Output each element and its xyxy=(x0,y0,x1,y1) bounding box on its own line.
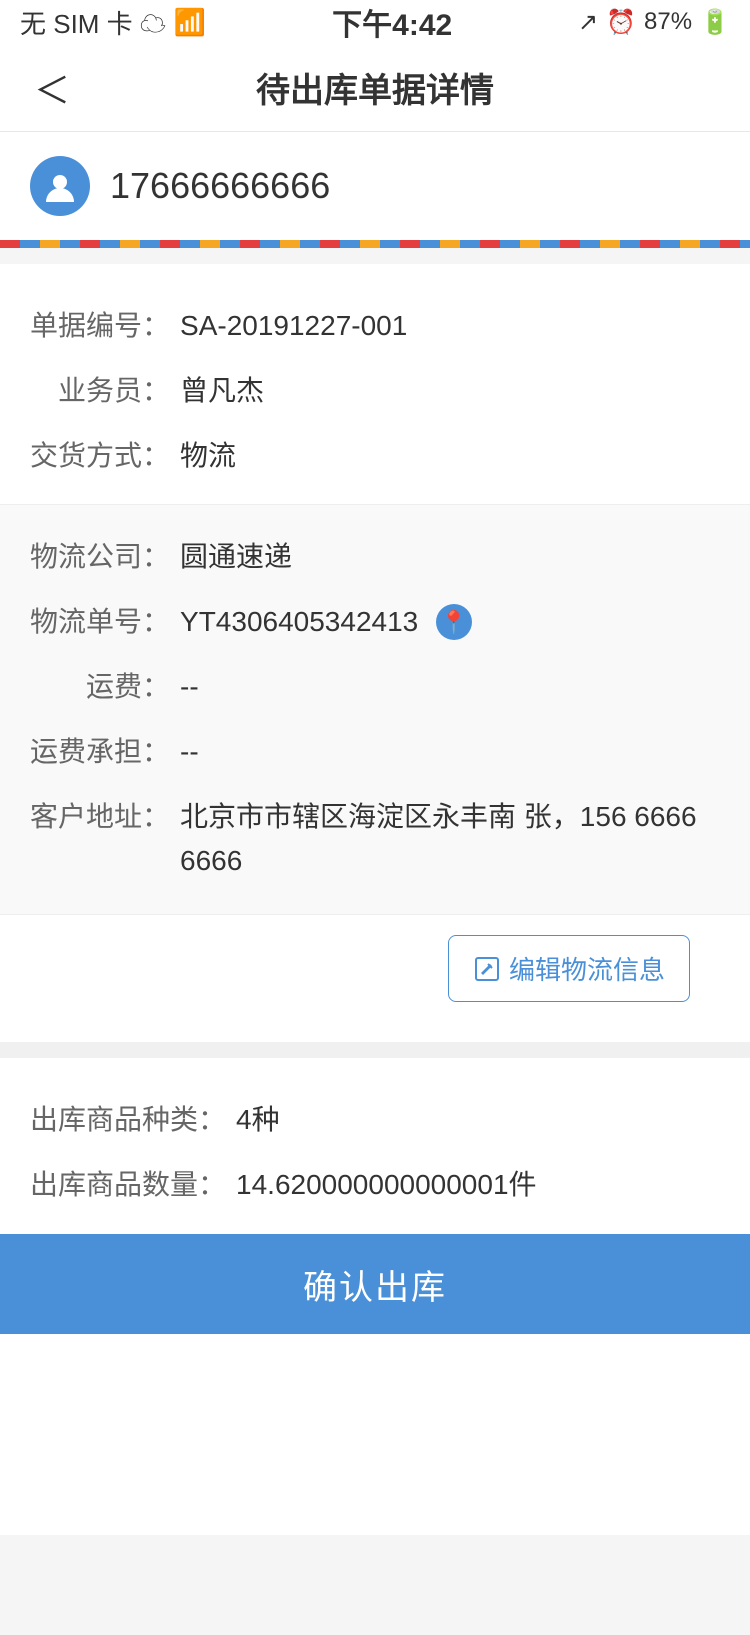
goods-quantity-label: 出库商品数量： xyxy=(30,1163,226,1208)
goods-types-row: 出库商品种类： 4种 xyxy=(0,1088,750,1153)
customer-header: 17666666666 xyxy=(0,132,750,240)
freight-bear-row: 运费承担： -- xyxy=(0,720,750,785)
company-label: 物流公司： xyxy=(30,535,170,580)
status-time: 下午4:42 xyxy=(332,0,452,44)
document-value: SA-20191227-001 xyxy=(170,304,720,349)
dashed-divider xyxy=(0,240,750,248)
status-bar: 无 SIM 卡 ☁ 📶 下午4:42 ↗ ⏰ 87% 🔋 xyxy=(0,0,750,44)
battery-percent: 87% xyxy=(644,8,692,36)
confirm-outbound-button[interactable]: 确认出库 xyxy=(0,1234,750,1334)
confirm-label: 确认出库 xyxy=(303,1260,447,1309)
address-row: 客户地址： 北京市市辖区海淀区永丰南 张，156 6666 6666 xyxy=(0,785,750,895)
company-row: 物流公司： 圆通速递 xyxy=(0,525,750,590)
salesman-value: 曾凡杰 xyxy=(170,369,720,414)
bottom-spacer xyxy=(0,1535,750,1635)
delivery-label: 交货方式： xyxy=(30,434,170,479)
goods-types-label: 出库商品种类： xyxy=(30,1098,226,1143)
freight-bear-label: 运费承担： xyxy=(30,730,170,775)
tracking-value: YT4306405342413 xyxy=(170,600,720,645)
document-row: 单据编号： SA-20191227-001 xyxy=(0,294,750,359)
delivery-row: 交货方式： 物流 xyxy=(0,424,750,489)
basic-info-section: 单据编号： SA-20191227-001 业务员： 曾凡杰 交货方式： 物流 … xyxy=(0,264,750,1042)
extra-area xyxy=(0,1335,750,1535)
freight-bear-value: -- xyxy=(170,730,720,775)
status-right: ↗ ⏰ 87% 🔋 xyxy=(578,8,730,37)
salesman-row: 业务员： 曾凡杰 xyxy=(0,359,750,424)
map-location-icon[interactable] xyxy=(436,604,472,640)
edit-logistics-button[interactable]: 编辑物流信息 xyxy=(448,935,690,1002)
status-left: 无 SIM 卡 ☁ 📶 xyxy=(20,4,206,41)
address-label: 客户地址： xyxy=(30,795,170,840)
salesman-label: 业务员： xyxy=(30,369,170,414)
document-label: 单据编号： xyxy=(30,304,170,349)
nav-bar: ＜ 待出库单据详情 xyxy=(0,44,750,132)
sim-status: 无 SIM 卡 ☁ xyxy=(20,4,166,41)
back-button[interactable]: ＜ xyxy=(24,52,80,124)
edit-btn-row: 编辑物流信息 xyxy=(0,915,750,1012)
alarm-icon: ⏰ xyxy=(606,8,636,37)
location-active-icon: ↗ xyxy=(578,8,598,37)
freight-row: 运费： -- xyxy=(0,655,750,720)
tracking-label: 物流单号： xyxy=(30,600,170,645)
logistics-card: 物流公司： 圆通速递 物流单号： YT4306405342413 运费： -- … xyxy=(0,504,750,915)
freight-value: -- xyxy=(170,665,720,710)
goods-quantity-value: 14.620000000000001件 xyxy=(226,1163,720,1208)
battery-icon: 🔋 xyxy=(700,8,730,37)
delivery-value: 物流 xyxy=(170,434,720,479)
customer-phone: 17666666666 xyxy=(110,165,330,207)
wifi-icon: 📶 xyxy=(174,7,206,38)
address-value: 北京市市辖区海淀区永丰南 张，156 6666 6666 xyxy=(170,795,720,885)
avatar xyxy=(30,156,90,216)
company-value: 圆通速递 xyxy=(170,535,720,580)
goods-types-value: 4种 xyxy=(226,1098,720,1143)
goods-quantity-row: 出库商品数量： 14.620000000000001件 xyxy=(0,1153,750,1218)
page-title: 待出库单据详情 xyxy=(256,63,494,112)
freight-label: 运费： xyxy=(30,665,170,710)
edit-logistics-label: 编辑物流信息 xyxy=(509,950,665,987)
tracking-row: 物流单号： YT4306405342413 xyxy=(0,590,750,655)
section-gap-1 xyxy=(0,1042,750,1058)
back-icon: ＜ xyxy=(34,70,70,111)
